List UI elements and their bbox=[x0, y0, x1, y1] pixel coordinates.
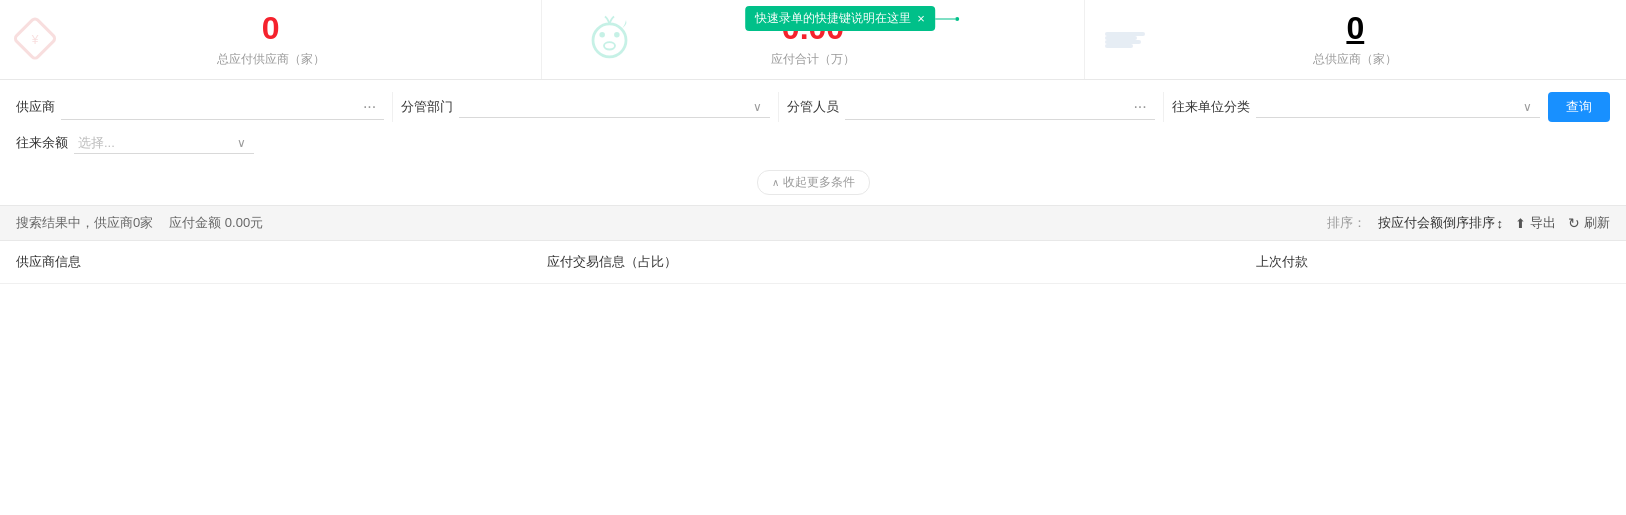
balance-chevron-icon[interactable]: ∨ bbox=[233, 136, 250, 150]
table-header: 供应商信息 应付交易信息（占比） 上次付款 bbox=[0, 241, 1626, 284]
deco-pig-icon bbox=[582, 11, 637, 69]
refresh-icon: ↻ bbox=[1568, 215, 1580, 231]
dept-chevron-icon[interactable]: ∨ bbox=[749, 100, 766, 114]
deco-lines-icon bbox=[1105, 32, 1145, 48]
dept-input[interactable] bbox=[463, 99, 748, 114]
sort-arrow-icon[interactable]: ↕ bbox=[1497, 216, 1504, 231]
balance-label: 往来余额 bbox=[16, 134, 68, 152]
filter-dept: 分管部门 ∨ bbox=[401, 96, 769, 118]
total-suppliers-value: 0 bbox=[1346, 11, 1364, 46]
svg-point-2 bbox=[593, 23, 626, 56]
tooltip-dot bbox=[953, 15, 961, 23]
sort-select[interactable]: 按应付会额倒序排序 ↕ bbox=[1378, 214, 1504, 232]
divider-3 bbox=[1163, 92, 1164, 122]
query-button[interactable]: 查询 bbox=[1548, 92, 1610, 122]
dept-input-wrap[interactable]: ∨ bbox=[459, 96, 769, 118]
supplier-dots-icon[interactable]: ··· bbox=[359, 98, 380, 116]
export-button[interactable]: ⬆ 导出 bbox=[1515, 214, 1556, 232]
person-label: 分管人员 bbox=[787, 98, 839, 116]
filter-person: 分管人员 ··· bbox=[787, 95, 1155, 120]
person-dots-icon[interactable]: ··· bbox=[1129, 98, 1150, 116]
svg-point-5 bbox=[604, 42, 615, 49]
supplier-input-wrap[interactable]: ··· bbox=[61, 95, 384, 120]
dept-label: 分管部门 bbox=[401, 98, 453, 116]
tooltip-text: 快速录单的快捷键说明在这里 bbox=[755, 10, 911, 27]
table-area: 供应商信息 应付交易信息（占比） 上次付款 bbox=[0, 241, 1626, 515]
svg-point-3 bbox=[600, 32, 606, 38]
sort-label: 排序： bbox=[1327, 214, 1366, 232]
person-input-wrap[interactable]: ··· bbox=[845, 95, 1155, 120]
results-left: 搜索结果中，供应商0家 应付金额 0.00元 bbox=[16, 214, 263, 232]
results-supplier-count: 搜索结果中，供应商0家 bbox=[16, 214, 153, 232]
filter-supplier: 供应商 ··· bbox=[16, 95, 384, 120]
chevron-up-icon: ∧ bbox=[772, 177, 779, 188]
export-icon: ⬆ bbox=[1515, 216, 1526, 231]
summary-card-payable-suppliers: ¥ 0 总应付供应商（家） bbox=[0, 0, 542, 79]
filter-row-1: 供应商 ··· 分管部门 ∨ 分管人员 ··· 往来单位分 bbox=[16, 92, 1610, 122]
divider-2 bbox=[778, 92, 779, 122]
balance-input-wrap[interactable]: ∨ bbox=[74, 132, 254, 154]
filter-row-2: 往来余额 ∨ bbox=[16, 132, 1610, 154]
svg-text:¥: ¥ bbox=[31, 32, 39, 46]
summary-card-payable-amount: 快速录单的快捷键说明在这里 × 0.00 应付合计（万） bbox=[542, 0, 1084, 79]
filter-area: 供应商 ··· 分管部门 ∨ 分管人员 ··· 往来单位分 bbox=[0, 80, 1626, 206]
collapse-label: 收起更多条件 bbox=[783, 174, 855, 191]
table-col-transaction: 应付交易信息（占比） bbox=[547, 253, 1255, 271]
category-input[interactable] bbox=[1260, 99, 1519, 114]
results-bar: 搜索结果中，供应商0家 应付金额 0.00元 排序： 按应付会额倒序排序 ↕ ⬆… bbox=[0, 206, 1626, 241]
tooltip-bubble[interactable]: 快速录单的快捷键说明在这里 × bbox=[745, 6, 935, 31]
svg-point-4 bbox=[614, 32, 620, 38]
filter-category: 往来单位分类 ∨ bbox=[1172, 96, 1540, 118]
results-amount: 应付金额 0.00元 bbox=[169, 214, 263, 232]
table-col-supplier: 供应商信息 bbox=[16, 253, 547, 271]
table-col-last-payment: 上次付款 bbox=[1256, 253, 1610, 271]
collapse-button[interactable]: ∧ 收起更多条件 bbox=[757, 170, 870, 195]
summary-card-total-suppliers: 0 总供应商（家） bbox=[1085, 0, 1626, 79]
supplier-input[interactable] bbox=[65, 99, 359, 114]
balance-input[interactable] bbox=[78, 135, 233, 150]
sort-value-text: 按应付会额倒序排序 bbox=[1378, 214, 1495, 232]
refresh-label: 刷新 bbox=[1584, 214, 1610, 232]
category-chevron-icon[interactable]: ∨ bbox=[1519, 100, 1536, 114]
category-input-wrap[interactable]: ∨ bbox=[1256, 96, 1540, 118]
supplier-label: 供应商 bbox=[16, 98, 55, 116]
category-label: 往来单位分类 bbox=[1172, 98, 1250, 116]
summary-bar: ¥ 0 总应付供应商（家） 快速录单的快捷键说明在这里 × 0.00 应 bbox=[0, 0, 1626, 80]
results-right: 排序： 按应付会额倒序排序 ↕ ⬆ 导出 ↻ 刷新 bbox=[1327, 214, 1611, 232]
payable-amount-label: 应付合计（万） bbox=[771, 51, 855, 68]
divider-1 bbox=[392, 92, 393, 122]
total-suppliers-label: 总供应商（家） bbox=[1313, 51, 1397, 68]
table-body bbox=[0, 284, 1626, 515]
refresh-button[interactable]: ↻ 刷新 bbox=[1568, 214, 1610, 232]
payable-suppliers-label: 总应付供应商（家） bbox=[217, 51, 325, 68]
export-label: 导出 bbox=[1530, 214, 1556, 232]
collapse-bar: ∧ 收起更多条件 bbox=[16, 164, 1610, 205]
tooltip-close-icon[interactable]: × bbox=[917, 12, 925, 25]
person-input[interactable] bbox=[849, 99, 1130, 114]
payable-suppliers-value: 0 bbox=[262, 11, 280, 46]
deco-diamond-icon: ¥ bbox=[10, 13, 60, 66]
